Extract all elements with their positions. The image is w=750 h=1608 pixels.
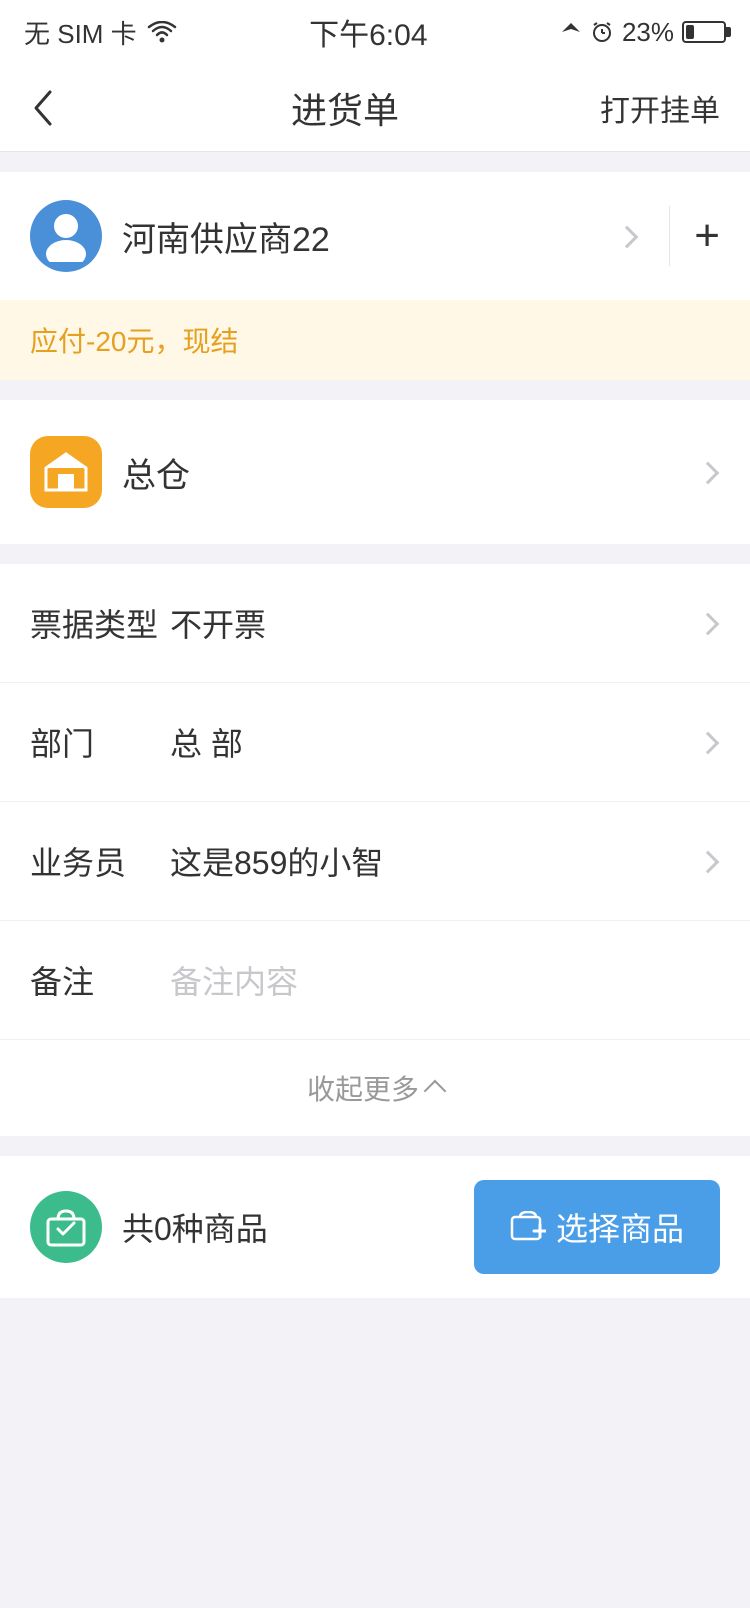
select-product-label: 选择商品: [556, 1204, 684, 1250]
chevron-up-icon: [424, 1080, 447, 1103]
background-fill: [0, 1298, 750, 1608]
salesperson-label: 业务员: [30, 838, 170, 884]
supplier-chevron-icon: [619, 220, 639, 252]
department-chevron-icon: [700, 726, 720, 758]
person-icon: [42, 210, 90, 262]
battery-icon: [682, 21, 726, 43]
collapse-button[interactable]: 收起更多: [0, 1039, 750, 1136]
vertical-divider: [669, 206, 670, 266]
status-right: 23%: [560, 17, 726, 48]
nav-bar: 进货单 打开挂单: [0, 64, 750, 152]
battery-percent: 23%: [622, 17, 674, 48]
form-section: 票据类型 不开票 部门 总 部 业务员 这是859的小智 备注 备注内容 收起更…: [0, 564, 750, 1136]
section-divider-3: [0, 544, 750, 564]
supplier-avatar: [30, 200, 102, 272]
supplier-section: 河南供应商22 + 应付-20元，现结: [0, 172, 750, 380]
warehouse-chevron-icon: [700, 456, 720, 488]
notice-bar: 应付-20元，现结: [0, 300, 750, 380]
back-button[interactable]: [30, 88, 90, 128]
status-time: 下午6:04: [309, 10, 427, 54]
remark-label: 备注: [30, 957, 170, 1003]
warehouse-section: 总仓: [0, 400, 750, 544]
warehouse-row[interactable]: 总仓: [0, 400, 750, 544]
wifi-icon: [147, 21, 177, 43]
page-title: 进货单: [291, 82, 399, 134]
salesperson-value: 这是859的小智: [170, 838, 684, 884]
status-bar: 无 SIM 卡 下午6:04 23%: [0, 0, 750, 64]
remark-placeholder: 备注内容: [170, 957, 720, 1003]
remark-row[interactable]: 备注 备注内容: [0, 921, 750, 1039]
department-row[interactable]: 部门 总 部: [0, 683, 750, 802]
supplier-name: 河南供应商22: [122, 212, 619, 261]
supplier-row[interactable]: 河南供应商22 +: [0, 172, 750, 300]
add-supplier-button[interactable]: +: [694, 214, 720, 258]
warehouse-label: 总仓: [122, 448, 684, 497]
collapse-label: 收起更多: [307, 1068, 419, 1108]
department-value: 总 部: [170, 719, 684, 765]
salesperson-chevron-icon: [700, 845, 720, 877]
product-icon: [44, 1207, 88, 1247]
warehouse-icon: [44, 452, 88, 492]
invoice-type-value: 不开票: [170, 600, 684, 646]
bottom-section: 共0种商品 选择商品: [0, 1156, 750, 1298]
invoice-type-chevron-icon: [700, 607, 720, 639]
product-icon-container: [30, 1191, 102, 1263]
product-count-label: 共0种商品: [122, 1204, 474, 1250]
invoice-type-label: 票据类型: [30, 600, 170, 646]
status-left: 无 SIM 卡: [24, 14, 177, 51]
notice-text: 应付-20元，现结: [30, 326, 238, 357]
battery-fill: [686, 25, 694, 39]
section-divider-2: [0, 380, 750, 400]
alarm-icon: [590, 20, 614, 44]
invoice-type-row[interactable]: 票据类型 不开票: [0, 564, 750, 683]
warehouse-icon-container: [30, 436, 102, 508]
section-divider-1: [0, 152, 750, 172]
select-product-button[interactable]: 选择商品: [474, 1180, 720, 1274]
department-label: 部门: [30, 719, 170, 765]
location-icon: [560, 21, 582, 43]
open-pending-button[interactable]: 打开挂单: [600, 86, 720, 130]
salesperson-row[interactable]: 业务员 这是859的小智: [0, 802, 750, 921]
select-product-icon: [510, 1211, 546, 1243]
carrier-label: 无 SIM 卡: [24, 14, 137, 51]
